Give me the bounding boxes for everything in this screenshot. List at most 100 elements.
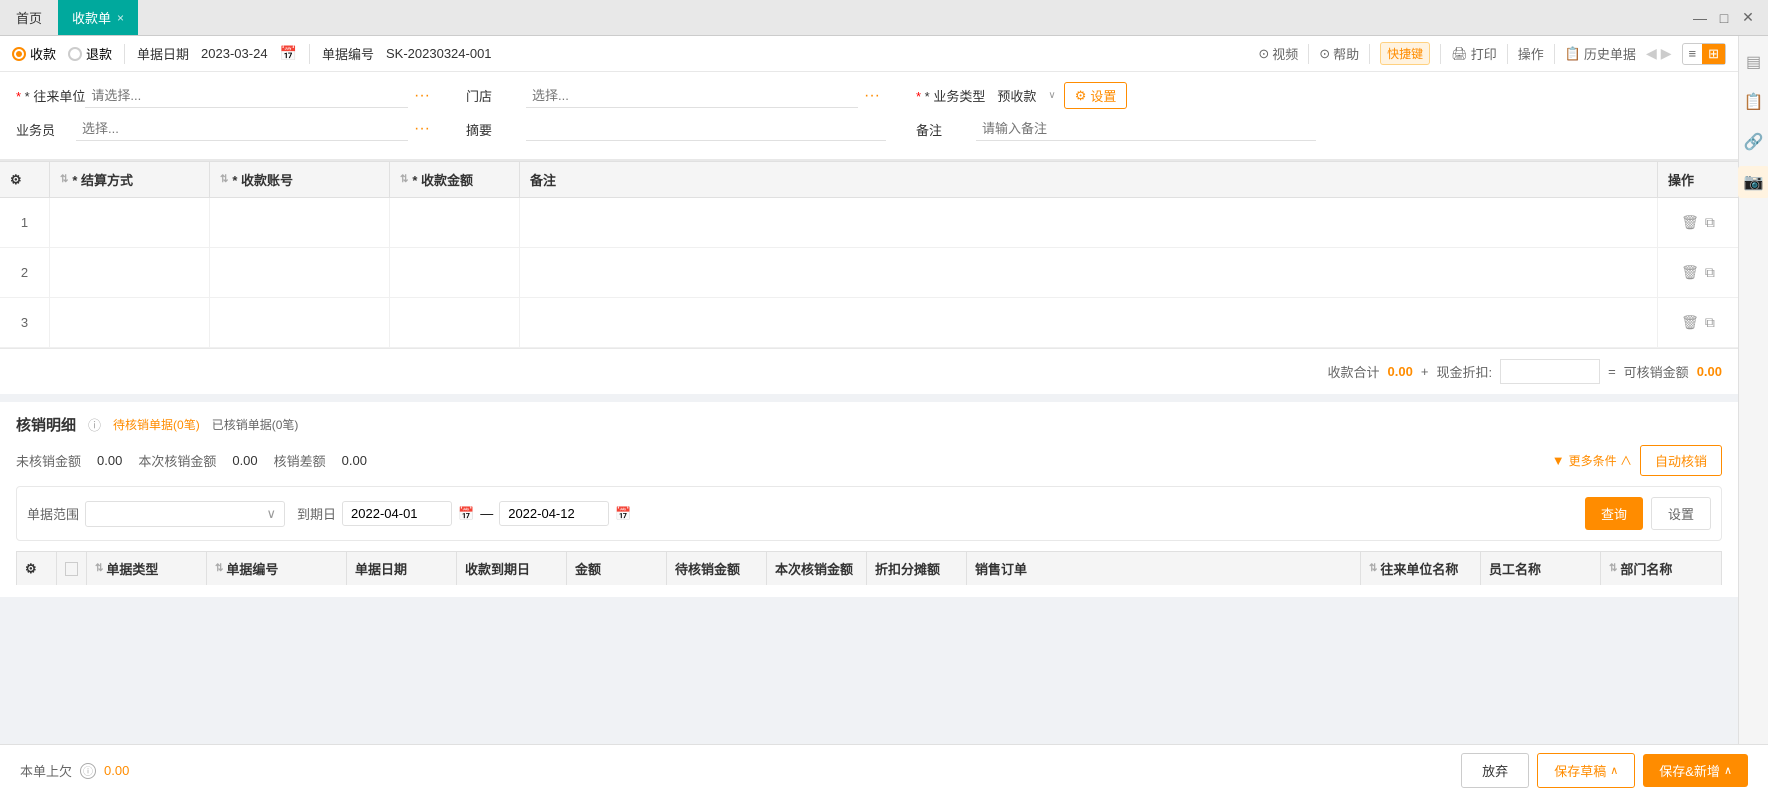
cal-from-icon[interactable]: 📅 [458,506,474,522]
tab-current[interactable]: 收款单 × [58,0,138,35]
calendar-icon[interactable]: 📅 [280,45,297,62]
range-label: 单据范围 [27,504,79,523]
cell-account-3[interactable] [210,298,390,347]
sidebar-link-icon[interactable]: 🔗 [1738,126,1768,158]
delete-icon-2[interactable]: 🗑 [1681,264,1699,281]
partner-input[interactable] [85,84,408,108]
tab-home[interactable]: 首页 [0,0,58,35]
verify-amount-label: 可核销金额 [1624,362,1689,381]
bottom-info-icon[interactable]: ⓘ [80,763,96,779]
discount-input[interactable] [1500,359,1600,384]
due-to-input[interactable] [499,501,609,526]
save-new-label: 保存&新增 [1659,761,1720,780]
store-input[interactable] [526,84,858,108]
current-label: 本次核销金额 [138,451,216,470]
verify-settings-btn[interactable]: 设置 [1651,497,1711,530]
minimize-button[interactable]: — [1692,10,1708,26]
store-label: 门店 [466,86,526,105]
cell-remark-2[interactable] [520,248,1658,297]
vth-employee-label: 员工名称 [1489,559,1541,578]
history-icon: 📋 [1565,46,1581,62]
vth-dept-label: 部门名称 [1620,559,1672,578]
cal-to-icon[interactable]: 📅 [615,506,631,522]
partner-more-btn[interactable]: ··· [408,87,436,105]
divider-1 [124,44,125,64]
bottom-footer: 本单上欠 ⓘ 0.00 放弃 保存草稿 ∧ 保存&新增 ∧ [0,744,1768,796]
discard-button[interactable]: 放弃 [1461,753,1529,788]
operation-btn[interactable]: 操作 [1518,44,1544,63]
sidebar-camera-icon[interactable]: 📷 [1738,166,1768,198]
list-view-btn[interactable]: ≡ [1683,44,1703,64]
th-action-label: 操作 [1668,170,1694,189]
right-sidebar: ▤ 📋 🔗 📷 [1738,36,1768,796]
staff-input[interactable] [76,117,408,141]
radio-tuikuan[interactable]: 退款 [68,44,112,63]
business-value: 预收款 [993,86,1040,105]
cell-account-1[interactable] [210,198,390,247]
th-settings[interactable]: ⚙ [0,162,50,197]
sidebar-table-icon[interactable]: ▤ [1740,46,1767,78]
restore-button[interactable]: □ [1716,10,1732,26]
cell-amount-3[interactable] [390,298,520,347]
remark-label: 备注 [916,120,976,139]
save-draft-button[interactable]: 保存草稿 ∧ [1537,753,1635,788]
business-chevron-icon[interactable]: ∨ [1048,90,1055,101]
vth-gear[interactable]: ⚙ [17,552,57,585]
copy-icon-2[interactable]: ⧉ [1705,264,1715,281]
discount-label: 现金折扣: [1436,362,1492,381]
copy-icon-1[interactable]: ⧉ [1705,214,1715,231]
grid-view-btn[interactable]: ⊞ [1702,44,1725,64]
vth-pending-amount: 待核销金额 [667,552,767,585]
cell-amount-2[interactable] [390,248,520,297]
tab-done[interactable]: 已核销单据(0笔) [212,416,299,433]
vth-amount: 金额 [567,552,667,585]
range-select[interactable]: ∨ [85,501,285,527]
save-new-button[interactable]: 保存&新增 ∧ [1643,754,1748,787]
auto-verify-btn[interactable]: 自动核销 [1640,445,1722,476]
help-btn[interactable]: ⊙ 帮助 [1319,44,1359,63]
nav-next-icon[interactable]: ▶ [1661,45,1672,62]
sidebar-doc-icon[interactable]: 📋 [1738,86,1768,118]
th-amount: ⇅ * 收款金额 [390,162,520,197]
delete-icon-3[interactable]: 🗑 [1681,314,1699,331]
cell-account-2[interactable] [210,248,390,297]
vth-employee: 员工名称 [1481,552,1601,585]
query-btn[interactable]: 查询 [1585,497,1643,530]
print-btn[interactable]: 🖨 打印 [1451,44,1497,63]
vth-due-date-label: 收款到期日 [465,559,530,578]
store-field: 门店 ··· [466,84,886,108]
tab-pending[interactable]: 待核销单据(0笔) [113,416,200,433]
tab-close-icon[interactable]: × [117,11,124,25]
close-button[interactable]: ✕ [1740,10,1756,26]
video-btn[interactable]: ⊙ 视频 [1258,44,1298,63]
cell-remark-1[interactable] [520,198,1658,247]
delete-icon-1[interactable]: 🗑 [1681,214,1699,231]
cell-settlement-3[interactable] [50,298,210,347]
verify-info-icon[interactable]: ⓘ [88,415,101,434]
radio-tuikuan-label: 退款 [86,44,112,63]
staff-more-btn[interactable]: ··· [408,120,436,138]
vth-amount-label: 金额 [575,559,601,578]
due-from-input[interactable] [342,501,452,526]
remark-input[interactable] [976,117,1316,141]
diff-label: 核销差额 [274,451,326,470]
cell-remark-3[interactable] [520,298,1658,347]
radio-shoukuan[interactable]: 收款 [12,44,56,63]
nav-prev-icon[interactable]: ◀ [1646,45,1657,62]
filter-btn[interactable]: ▼ 更多条件 ∧ [1552,452,1632,469]
header-checkbox[interactable] [65,562,78,576]
shortcuts-btn[interactable]: 快捷键 [1380,42,1430,65]
cell-settlement-2[interactable] [50,248,210,297]
history-btn[interactable]: 📋 历史单据 [1565,44,1636,63]
cell-amount-1[interactable] [390,198,520,247]
sort-icon-settlement: ⇅ [60,174,68,185]
store-more-btn[interactable]: ··· [858,87,886,105]
vth-check[interactable] [57,552,87,585]
verify-title: 核销明细 [16,414,76,435]
vth-partner: ⇅ 往来单位名称 [1361,552,1481,585]
copy-icon-3[interactable]: ⧉ [1705,314,1715,331]
cell-settlement-1[interactable] [50,198,210,247]
settings-btn[interactable]: ⚙ 设置 [1064,82,1128,109]
toolbar: 收款 退款 单据日期 2023-03-24 📅 单据编号 SK-20230324… [0,36,1738,72]
summary-input[interactable] [526,117,886,141]
